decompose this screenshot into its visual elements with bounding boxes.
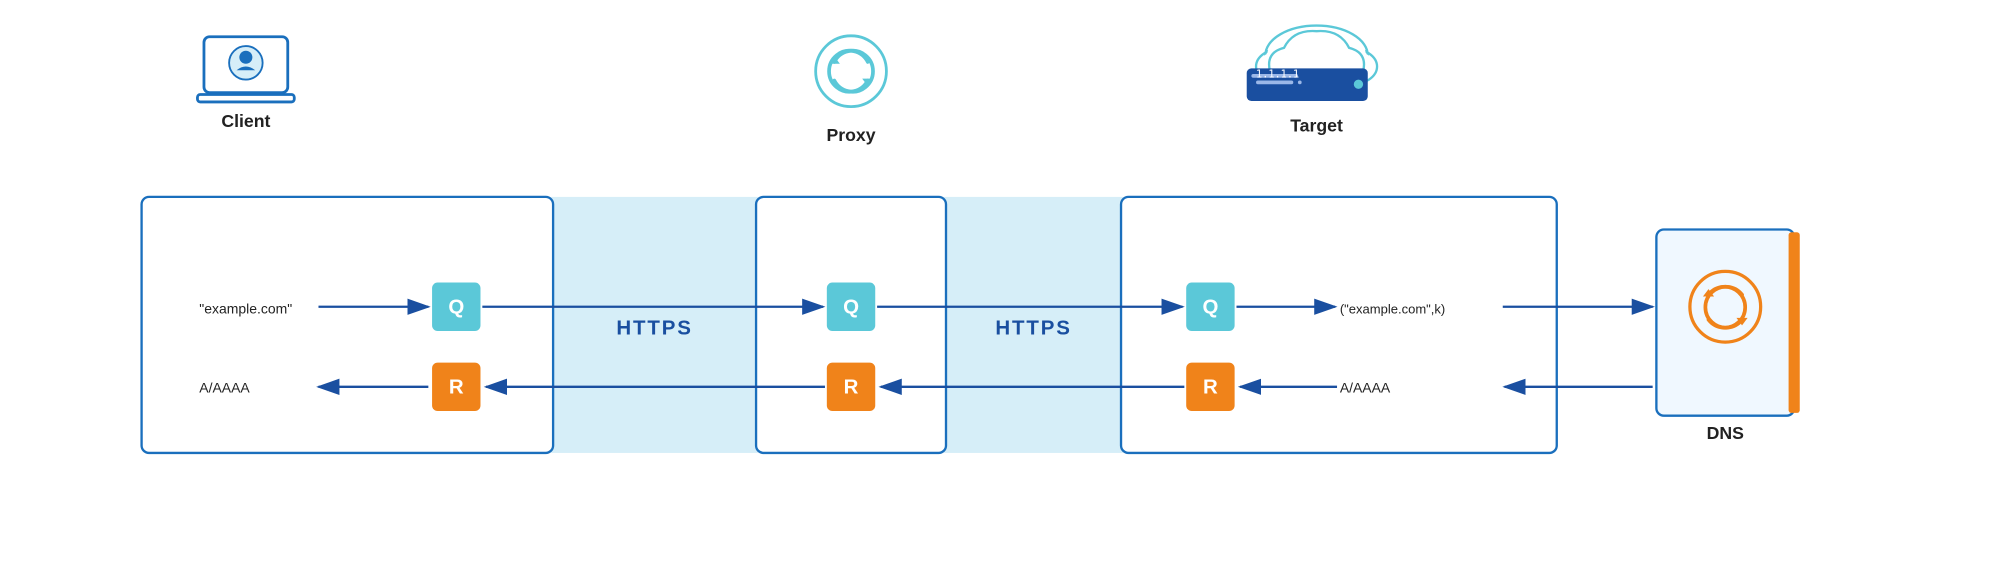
svg-text:A/AAAA: A/AAAA (199, 379, 250, 395)
svg-text:1.1.1.1: 1.1.1.1 (1256, 69, 1299, 81)
svg-text:Q: Q (448, 295, 464, 318)
svg-text:R: R (1203, 375, 1218, 398)
svg-text:Q: Q (1202, 295, 1218, 318)
client-label: Client (221, 111, 270, 131)
svg-text:R: R (843, 375, 858, 398)
proxy-label: Proxy (826, 125, 875, 145)
svg-text:A/AAAA: A/AAAA (1339, 379, 1390, 395)
svg-text:Q: Q (843, 295, 859, 318)
https-label-2: HTTPS (995, 317, 1071, 340)
svg-text:"example.com": "example.com" (199, 300, 292, 316)
svg-text:("example.com",k): ("example.com",k) (1339, 301, 1444, 316)
target-label: Target (1290, 116, 1343, 136)
dns-label: DNS (1706, 423, 1744, 443)
https-label-1: HTTPS (616, 317, 692, 340)
diagram: 1.1.1.1 HTTPS HTTPS Q R Q R (50, 20, 1950, 560)
svg-text:R: R (448, 375, 463, 398)
